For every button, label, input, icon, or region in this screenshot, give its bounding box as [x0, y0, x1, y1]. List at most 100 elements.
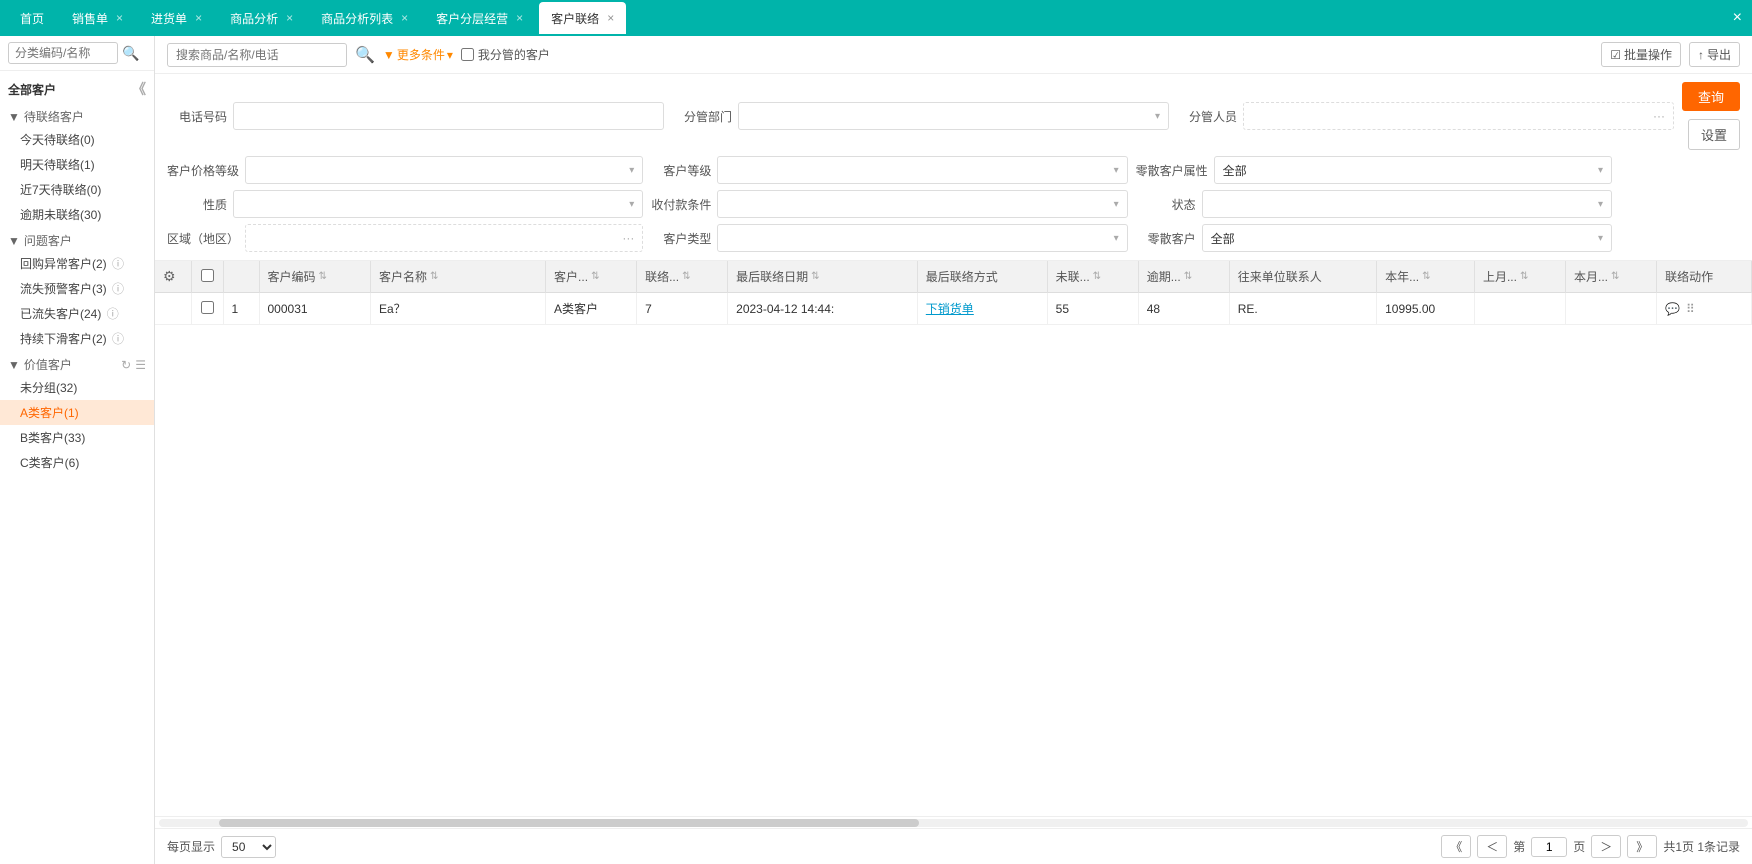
first-page-button[interactable]: 《 — [1441, 835, 1471, 858]
filter-button-group: 查询 设置 — [1682, 82, 1740, 150]
sidebar-search-input[interactable] — [8, 42, 118, 64]
row-checkbox-1[interactable] — [201, 301, 214, 314]
filter-retail-select[interactable]: 全部 ▾ — [1202, 224, 1612, 252]
filter-payment-select[interactable]: ▾ — [717, 190, 1127, 218]
filter-phone-input[interactable] — [233, 102, 664, 130]
customer-table: ⚙ 客户编码 ⇅ — [155, 261, 1752, 325]
nav-close-customer-contact[interactable]: × — [607, 11, 614, 25]
th-contact[interactable]: 联络... ⇅ — [637, 261, 728, 293]
nav-close-analysis-list[interactable]: × — [401, 11, 408, 25]
sidebar-item-overdue[interactable]: 逾期未联络(30) — [0, 202, 154, 227]
scrollbar-thumb[interactable] — [219, 819, 919, 827]
my-customers-checkbox[interactable] — [461, 48, 474, 61]
th-last-date[interactable]: 最后联络日期 ⇅ — [728, 261, 918, 293]
td-code-1[interactable]: 000031 — [259, 293, 370, 325]
refresh-icon[interactable]: ↻ — [121, 358, 131, 372]
nav-sales[interactable]: 销售单 × — [60, 2, 135, 34]
table-check-all[interactable] — [201, 269, 214, 282]
my-customers-checkbox-label[interactable]: 我分管的客户 — [461, 46, 550, 63]
sidebar-item-unclassified[interactable]: 未分组(32) — [0, 375, 154, 400]
nav-customer-contact[interactable]: 客户联络 × — [539, 2, 626, 34]
nav-analysis-list[interactable]: 商品分析列表 × — [309, 2, 420, 34]
last-page-button[interactable]: 》 — [1627, 835, 1657, 858]
sidebar-item-today[interactable]: 今天待联络(0) — [0, 127, 154, 152]
sidebar-section-problem[interactable]: ▼ 问题客户 — [0, 227, 154, 251]
th-last-method: 最后联络方式 — [917, 261, 1047, 293]
td-this-month-1 — [1566, 293, 1657, 325]
horizontal-scrollbar[interactable] — [155, 816, 1752, 828]
sidebar-item-declining[interactable]: 持续下滑客户(2) ⓘ — [0, 326, 154, 351]
chat-action-icon[interactable]: 💬 — [1665, 302, 1680, 316]
filter-customer-level-label: 客户等级 — [651, 162, 711, 179]
nav-close-analysis[interactable]: × — [286, 11, 293, 25]
filter-manager-select[interactable]: ··· — [1243, 102, 1674, 130]
page-number-input[interactable] — [1531, 837, 1567, 857]
th-code[interactable]: 客户编码 ⇅ — [259, 261, 370, 293]
next-page-button[interactable]: ＞ — [1591, 835, 1621, 858]
sort-type-icon: ⇅ — [591, 271, 599, 282]
sidebar-item-class-a[interactable]: A类客户(1) — [0, 400, 154, 425]
th-this-month[interactable]: 本月... ⇅ — [1566, 261, 1657, 293]
info-icon-2: ⓘ — [112, 282, 124, 296]
nav-home[interactable]: 首页 — [8, 2, 56, 34]
batch-operation-button[interactable]: ☑ 批量操作 — [1601, 42, 1681, 67]
sidebar-search-icon[interactable]: 🔍 — [122, 45, 139, 62]
filter-row-4: 区域（地区） ··· 客户类型 ▾ 零散客户 全部 ▾ — [167, 224, 1740, 252]
settings-button[interactable]: 设置 — [1688, 119, 1740, 150]
filter-customer-type-label: 客户类型 — [651, 230, 711, 247]
page-size-select[interactable]: 50 20 100 — [221, 836, 276, 858]
filter-status-select[interactable]: ▾ — [1202, 190, 1612, 218]
sidebar-value-left[interactable]: ▼ 价值客户 — [8, 356, 72, 373]
add-group-icon[interactable]: ☰ — [135, 358, 146, 372]
table-gear-icon[interactable]: ⚙ — [163, 268, 176, 284]
content-area: 🔍 ▼ 更多条件 ▾ 我分管的客户 ☑ 批量操作 ↑ 导出 — [155, 36, 1752, 864]
filter-search-button[interactable]: 🔍 — [355, 45, 375, 65]
filter-region: 区域（地区） ··· — [167, 224, 643, 252]
th-type[interactable]: 客户... ⇅ — [546, 261, 637, 293]
td-history-contact-1: RE. — [1229, 293, 1376, 325]
sidebar-all-customers[interactable]: 全部客户 《 — [0, 71, 154, 103]
nav-close-customer-segment[interactable]: × — [516, 11, 523, 25]
filter-nature-arrow: ▾ — [629, 199, 634, 210]
filter-price-level-select[interactable]: ▾ — [245, 156, 643, 184]
nav-close-purchase[interactable]: × — [195, 11, 202, 25]
nav-purchase[interactable]: 进货单 × — [139, 2, 214, 34]
sidebar-item-repurchase-abnormal[interactable]: 回购异常客户(2) ⓘ — [0, 251, 154, 276]
td-last-method-1[interactable]: 下销货单 — [917, 293, 1047, 325]
filter-customer-type-select[interactable]: ▾ — [717, 224, 1127, 252]
filter-search-input[interactable] — [167, 43, 347, 67]
sidebar-section-value: ▼ 价值客户 ↻ ☰ — [0, 351, 154, 375]
sidebar-section-pending[interactable]: ▼ 待联络客户 — [0, 103, 154, 127]
td-name-1[interactable]: Ea？ — [370, 293, 545, 325]
td-actions-1: 💬 ⠿ — [1657, 293, 1752, 325]
sidebar-item-tomorrow[interactable]: 明天待联络(1) — [0, 152, 154, 177]
window-close-icon[interactable]: × — [1733, 9, 1742, 27]
filter-customer-level-select[interactable]: ▾ — [717, 156, 1127, 184]
sidebar-item-class-b[interactable]: B类客户(33) — [0, 425, 154, 450]
th-overdue[interactable]: 逾期... ⇅ — [1138, 261, 1229, 293]
export-button[interactable]: ↑ 导出 — [1689, 42, 1740, 67]
pagination-left: 每页显示 50 20 100 — [167, 836, 276, 858]
sidebar-item-class-c[interactable]: C类客户(6) — [0, 450, 154, 475]
sidebar-collapse-icon[interactable]: 《 — [132, 79, 146, 99]
more-action-icon[interactable]: ⠿ — [1686, 302, 1695, 316]
filter-dept-select[interactable]: ▾ — [738, 102, 1169, 130]
filter-more-button[interactable]: ▼ 更多条件 ▾ — [383, 46, 453, 63]
query-button[interactable]: 查询 — [1682, 82, 1740, 111]
th-last-month[interactable]: 上月... ⇅ — [1474, 261, 1565, 293]
th-history-contact: 往来单位联系人 — [1229, 261, 1376, 293]
th-name[interactable]: 客户名称 ⇅ — [370, 261, 545, 293]
nav-customer-segment[interactable]: 客户分层经营 × — [424, 2, 535, 34]
prev-page-button[interactable]: ＜ — [1477, 835, 1507, 858]
th-no-contact[interactable]: 未联... ⇅ — [1047, 261, 1138, 293]
sidebar-item-churned[interactable]: 已流失客户(24) ⓘ — [0, 301, 154, 326]
row-action-icons: 💬 ⠿ — [1665, 302, 1743, 316]
filter-region-select[interactable]: ··· — [245, 224, 643, 252]
filter-retail-attr-select[interactable]: 全部 ▾ — [1214, 156, 1612, 184]
nav-analysis[interactable]: 商品分析 × — [218, 2, 305, 34]
th-this-year[interactable]: 本年... ⇅ — [1377, 261, 1475, 293]
nav-close-sales[interactable]: × — [116, 11, 123, 25]
sidebar-item-churn-warning[interactable]: 流失预警客户(3) ⓘ — [0, 276, 154, 301]
filter-nature-select[interactable]: ▾ — [233, 190, 643, 218]
sidebar-item-7days[interactable]: 近7天待联络(0) — [0, 177, 154, 202]
